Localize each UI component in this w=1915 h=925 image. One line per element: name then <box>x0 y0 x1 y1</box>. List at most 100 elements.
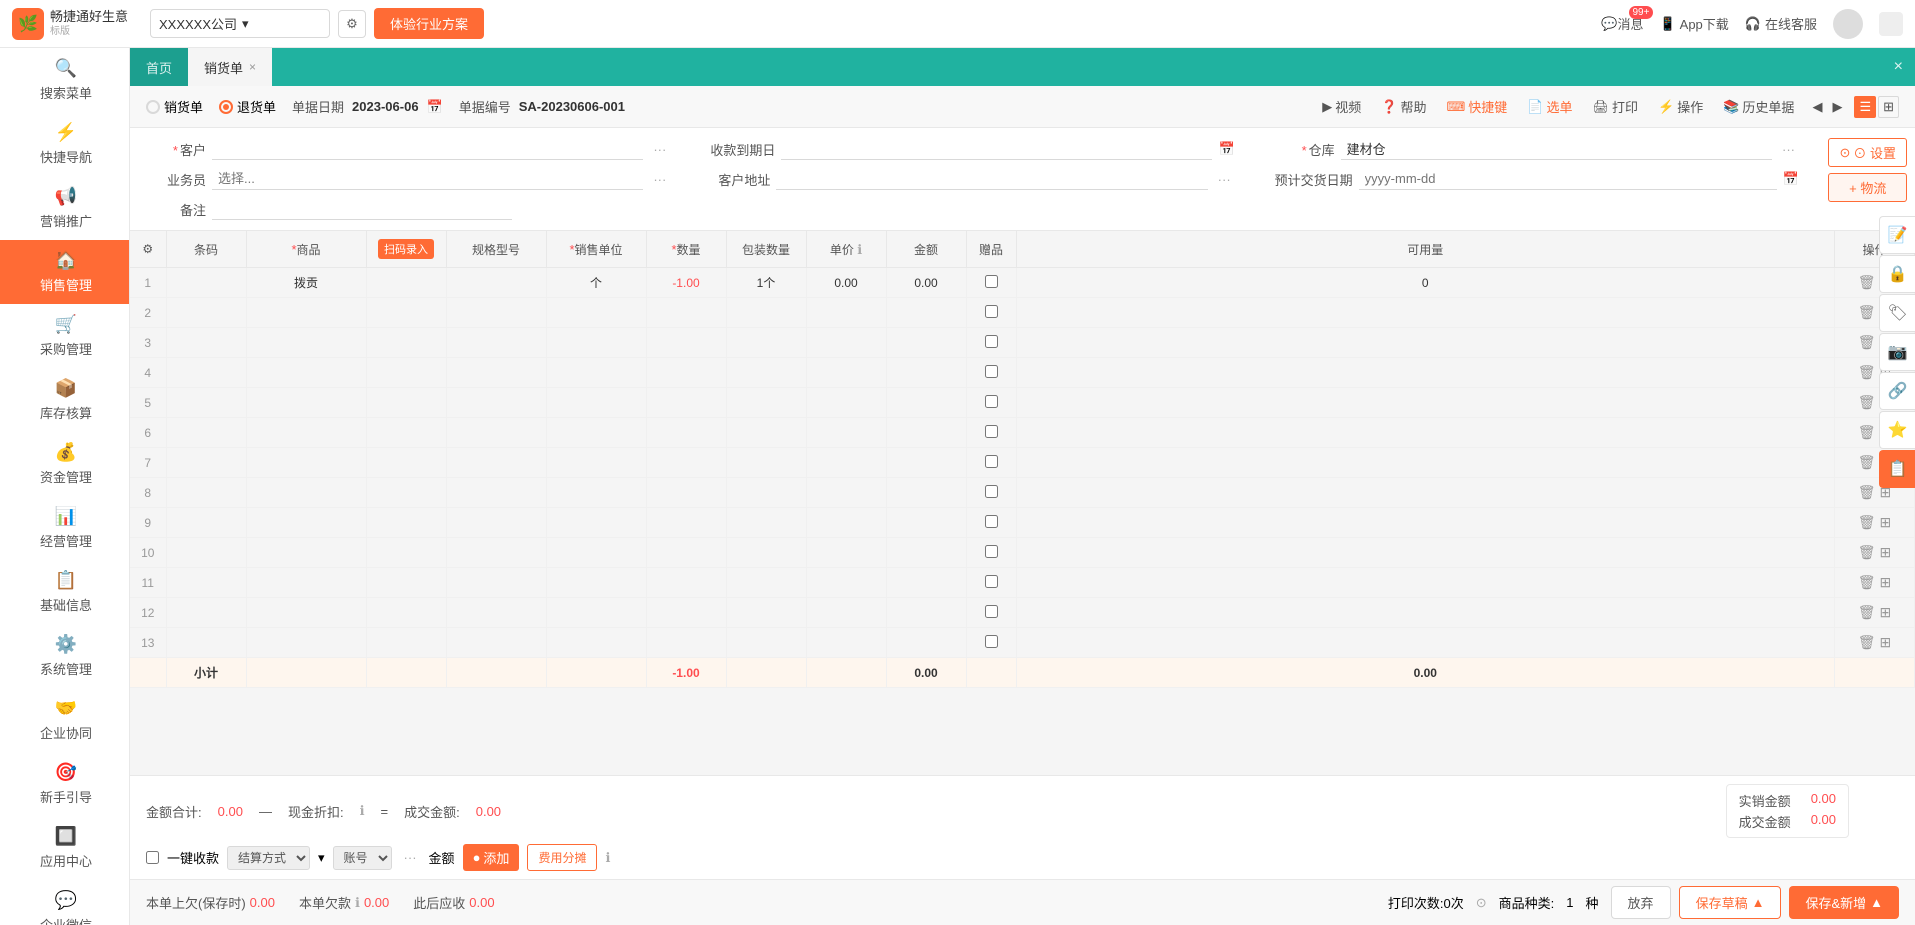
delete-icon-7[interactable]: 🗑 <box>1858 454 1876 471</box>
sidebar-item-system[interactable]: ⚙️ 系统管理 <box>0 624 129 688</box>
copy-icon-12[interactable]: ⊞ <box>1880 604 1892 621</box>
print-btn[interactable]: 🖨 打印 <box>1587 94 1645 119</box>
message-area[interactable]: 💬 消息 99+ <box>1601 14 1643 33</box>
warehouse-dots[interactable]: ··· <box>1778 142 1799 157</box>
list-view-btn[interactable]: ☰ <box>1854 96 1876 118</box>
close-window-icon[interactable]: × <box>1890 54 1907 80</box>
th-scan[interactable]: 扫码录入 <box>366 231 446 268</box>
save-draft-button[interactable]: 保存草稿 ▲ <box>1679 886 1782 919</box>
sidebar-item-basic-info[interactable]: 📋 基础信息 <box>0 560 129 624</box>
rsf-link-btn[interactable]: 🔗 <box>1879 372 1915 410</box>
dots-payment[interactable]: ··· <box>400 850 421 865</box>
print-count-hint[interactable]: ⊙ <box>1476 895 1487 911</box>
user-avatar[interactable] <box>1833 9 1863 39</box>
rsf-note-btn[interactable]: 📝 <box>1879 216 1915 254</box>
sidebar-item-purchase[interactable]: 🛒 采购管理 <box>0 304 129 368</box>
row-pkg-qty-1[interactable]: 1个 <box>726 268 806 298</box>
logistics-button[interactable]: + 物流 <box>1828 173 1907 202</box>
delete-icon-12[interactable]: 🗑 <box>1858 604 1876 621</box>
tab-close-icon[interactable]: × <box>249 60 256 74</box>
add-button[interactable]: ● 添加 <box>463 844 520 871</box>
sidebar-item-operations[interactable]: 📊 经营管理 <box>0 496 129 560</box>
delete-icon-9[interactable]: 🗑 <box>1858 514 1876 531</box>
copy-icon-9[interactable]: ⊞ <box>1880 514 1892 531</box>
calendar-icon[interactable]: 📅 <box>427 99 443 115</box>
sidebar-item-sales[interactable]: 🏠 销售管理 <box>0 240 129 304</box>
return-order-radio[interactable]: 退货单 <box>219 97 276 116</box>
tab-sales-order[interactable]: 销货单 × <box>188 48 272 86</box>
discard-button[interactable]: 放弃 <box>1611 886 1671 919</box>
select-btn[interactable]: 📄 选单 <box>1521 94 1578 119</box>
copy-icon-10[interactable]: ⊞ <box>1880 544 1892 561</box>
sidebar-item-search[interactable]: 🔍 搜索菜单 <box>0 48 129 112</box>
sidebar-item-marketing[interactable]: 📢 营销推广 <box>0 176 129 240</box>
company-selector[interactable]: XXXXXX公司 ▾ <box>150 9 330 38</box>
rsf-star-btn[interactable]: ⭐ <box>1879 411 1915 449</box>
hint-icon[interactable]: ℹ <box>360 803 365 819</box>
salesperson-input[interactable] <box>212 168 643 190</box>
th-settings[interactable]: ⚙ <box>130 231 166 268</box>
shortcut-btn[interactable]: ⌨ 快捷键 <box>1441 94 1514 119</box>
row-amount-1[interactable]: 0.00 <box>886 268 966 298</box>
address-dots[interactable]: ··· <box>1214 172 1235 187</box>
delete-icon-11[interactable]: 🗑 <box>1858 574 1876 591</box>
settings-button[interactable]: ⊙ ⊙ 设置 <box>1828 138 1907 167</box>
delete-icon-1[interactable]: 🗑 <box>1858 274 1876 291</box>
rsf-lock-btn[interactable]: 🔒 <box>1879 255 1915 293</box>
delete-icon-5[interactable]: 🗑 <box>1858 394 1876 411</box>
copy-icon-11[interactable]: ⊞ <box>1880 574 1892 591</box>
row-price-1[interactable]: 0.00 <box>806 268 886 298</box>
settings-gear-button[interactable]: ⚙ <box>338 10 366 38</box>
delete-icon-10[interactable]: 🗑 <box>1858 544 1876 561</box>
one-click-payment-checkbox[interactable] <box>146 851 159 864</box>
sidebar-item-collab[interactable]: 🤝 企业协同 <box>0 688 129 752</box>
due-date-input[interactable] <box>781 138 1212 160</box>
sidebar-item-inventory[interactable]: 📦 库存核算 <box>0 368 129 432</box>
sidebar-item-guide[interactable]: 🎯 新手引导 <box>0 752 129 816</box>
account-select[interactable]: 账号 <box>333 846 392 870</box>
warehouse-input[interactable]: 建材仓 <box>1341 138 1772 160</box>
online-service-area[interactable]: 🎧 在线客服 <box>1745 14 1817 33</box>
delete-icon-13[interactable]: 🗑 <box>1858 634 1876 651</box>
delete-icon-6[interactable]: 🗑 <box>1858 424 1876 441</box>
price-info-icon[interactable]: ℹ <box>857 242 862 257</box>
row-product-1[interactable]: 拨贡 <box>246 268 366 298</box>
row-qty-1[interactable]: -1.00 <box>646 268 726 298</box>
grid-view-btn[interactable]: ⊞ <box>1878 96 1899 118</box>
delete-icon-4[interactable]: 🗑 <box>1858 364 1876 381</box>
sidebar-item-quick-nav[interactable]: ⚡ 快捷导航 <box>0 112 129 176</box>
payment-method-select[interactable]: 结算方式 <box>227 846 310 870</box>
delete-icon-8[interactable]: 🗑 <box>1858 484 1876 501</box>
sidebar-item-wechat[interactable]: 💬 企业微信 <box>0 880 129 925</box>
owed-hint-icon[interactable]: ℹ <box>355 895 360 911</box>
video-btn[interactable]: ▶ 视频 <box>1316 94 1367 119</box>
scan-btn[interactable]: 扫码录入 <box>378 239 434 259</box>
next-arrow[interactable]: ▶ <box>1828 97 1846 117</box>
expected-date-calendar-icon[interactable]: 📅 <box>1783 171 1799 187</box>
row-spec-1[interactable] <box>446 268 546 298</box>
hint-icon-expense[interactable]: ℹ <box>605 850 610 866</box>
row-unit-1[interactable]: 个 <box>546 268 646 298</box>
expense-split-button[interactable]: 费用分摊 <box>527 844 597 871</box>
customer-dots[interactable]: ··· <box>649 142 670 157</box>
sidebar-item-app-center[interactable]: 🔲 应用中心 <box>0 816 129 880</box>
row-barcode-1[interactable] <box>166 268 246 298</box>
app-download-area[interactable]: 📱 App下载 <box>1659 14 1728 33</box>
due-date-calendar-icon[interactable]: 📅 <box>1218 141 1234 157</box>
customer-address-input[interactable] <box>776 168 1207 190</box>
row-gift-1[interactable] <box>966 268 1016 298</box>
trial-button[interactable]: 体验行业方案 <box>374 8 484 39</box>
copy-icon-13[interactable]: ⊞ <box>1880 634 1892 651</box>
rsf-tag-btn[interactable]: 🏷 <box>1879 294 1915 332</box>
operation-btn[interactable]: ⚡ 操作 <box>1652 94 1709 119</box>
salesperson-dots[interactable]: ··· <box>649 172 670 187</box>
sidebar-item-finance[interactable]: 💰 资金管理 <box>0 432 129 496</box>
customer-input[interactable] <box>212 138 643 160</box>
save-new-button[interactable]: 保存&新增 ▲ <box>1789 886 1899 919</box>
prev-arrow[interactable]: ◀ <box>1808 97 1826 117</box>
rsf-orange-btn[interactable]: 📋 <box>1879 450 1915 488</box>
history-btn[interactable]: 📚 历史单据 <box>1717 94 1800 119</box>
delete-icon-2[interactable]: 🗑 <box>1858 304 1876 321</box>
expected-date-input[interactable] <box>1359 168 1777 190</box>
rsf-photo-btn[interactable]: 📷 <box>1879 333 1915 371</box>
